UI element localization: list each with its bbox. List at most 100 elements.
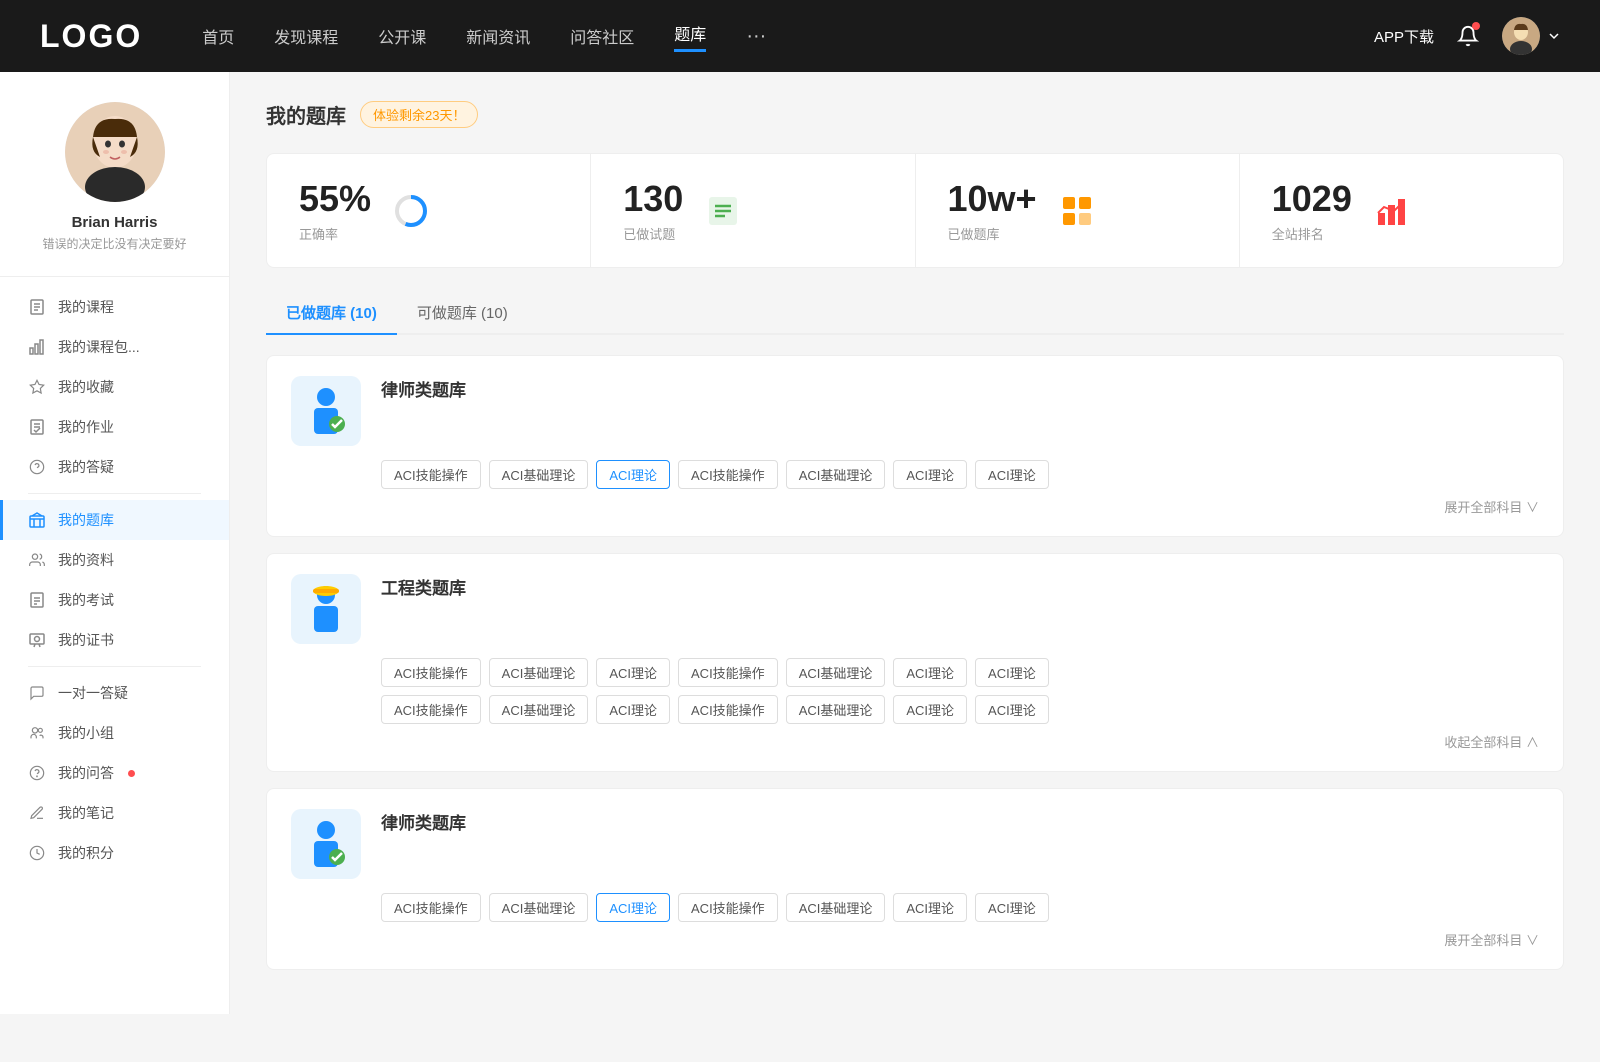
tag-r1-6[interactable]: ACI理论 <box>893 658 967 687</box>
nav-discover[interactable]: 发现课程 <box>274 24 338 48</box>
navbar-right: APP下载 <box>1374 17 1560 55</box>
stat-content: 1029 全站排名 <box>1272 178 1352 243</box>
tag-r2-1[interactable]: ACI技能操作 <box>381 695 481 724</box>
done-banks-label: 已做题库 <box>948 224 1037 243</box>
notification-bell[interactable] <box>1454 22 1482 50</box>
menu-divider <box>28 493 201 494</box>
tag-aci-theory-1[interactable]: ACI理论 <box>596 460 670 489</box>
score-icon <box>28 844 46 862</box>
pie-icon <box>391 191 431 231</box>
nav-home[interactable]: 首页 <box>202 24 234 48</box>
main-content: 我的题库 体验剩余23天！ 55% 正确率 <box>230 72 1600 1014</box>
qa-icon <box>28 764 46 782</box>
sidebar-item-question-bank[interactable]: 我的题库 <box>0 500 229 540</box>
tag-c3-1[interactable]: ACI技能操作 <box>381 893 481 922</box>
tag-r2-7[interactable]: ACI理论 <box>975 695 1049 724</box>
file-icon <box>28 298 46 316</box>
sidebar-menu: 我的课程 我的课程包... 我的收藏 <box>0 277 229 883</box>
grid-icon <box>1057 191 1097 231</box>
logo[interactable]: LOGO <box>40 18 142 55</box>
qbank-header-2: 工程类题库 <box>291 574 1539 644</box>
question-icon <box>28 458 46 476</box>
tag-aci-theory-3[interactable]: ACI理论 <box>975 460 1049 489</box>
sidebar-item-homework[interactable]: 我的作业 <box>0 407 229 447</box>
qbank-tags-3: ACI技能操作 ACI基础理论 ACI理论 ACI技能操作 ACI基础理论 AC… <box>381 893 1539 922</box>
qbank-header-3: 律师类题库 <box>291 809 1539 879</box>
sidebar-item-favorites[interactable]: 我的收藏 <box>0 367 229 407</box>
tag-r1-2[interactable]: ACI基础理论 <box>489 658 589 687</box>
expand-button-1[interactable]: 展开全部科目 ∨ <box>291 497 1539 516</box>
qbank-tags-row1: ACI技能操作 ACI基础理论 ACI理论 ACI技能操作 ACI基础理论 AC… <box>381 658 1539 687</box>
user-avatar-button[interactable] <box>1502 17 1560 55</box>
sidebar-item-label: 一对一答疑 <box>58 683 128 703</box>
tag-c3-4[interactable]: ACI技能操作 <box>678 893 778 922</box>
sidebar-item-qa[interactable]: 我的答疑 <box>0 447 229 487</box>
sidebar-item-label: 我的课程 <box>58 297 114 317</box>
chart-icon <box>28 338 46 356</box>
profile-motto: 错误的决定比没有决定要好 <box>42 235 186 252</box>
stat-done-questions: 130 已做试题 <box>591 154 915 267</box>
tag-r2-5[interactable]: ACI基础理论 <box>786 695 886 724</box>
tag-r1-1[interactable]: ACI技能操作 <box>381 658 481 687</box>
tab-available-banks[interactable]: 可做题库 (10) <box>397 292 528 333</box>
nav-news[interactable]: 新闻资讯 <box>466 24 530 48</box>
qbank-title-area: 律师类题库 <box>381 376 1539 401</box>
tag-r2-4[interactable]: ACI技能操作 <box>678 695 778 724</box>
tab-done-banks[interactable]: 已做题库 (10) <box>266 292 397 333</box>
done-questions-label: 已做试题 <box>623 224 683 243</box>
nav-more[interactable]: ··· <box>746 25 766 48</box>
menu-divider-2 <box>28 666 201 667</box>
sidebar: Brian Harris 错误的决定比没有决定要好 我的课程 <box>0 72 230 1014</box>
sidebar-item-label: 我的笔记 <box>58 803 114 823</box>
ranking-number: 1029 <box>1272 178 1352 220</box>
tag-r1-5[interactable]: ACI基础理论 <box>786 658 886 687</box>
sidebar-item-notes[interactable]: 我的笔记 <box>0 793 229 833</box>
nav-bank[interactable]: 题库 <box>674 21 706 52</box>
tag-c3-5[interactable]: ACI基础理论 <box>786 893 886 922</box>
engineer-icon <box>291 574 361 644</box>
unread-dot <box>128 770 135 777</box>
sidebar-item-label: 我的答疑 <box>58 457 114 477</box>
sidebar-item-label: 我的资料 <box>58 550 114 570</box>
qbank-header: 律师类题库 <box>291 376 1539 446</box>
lawyer-icon <box>291 376 361 446</box>
tag-c3-3[interactable]: ACI理论 <box>596 893 670 922</box>
qbank-title-area-2: 工程类题库 <box>381 574 1539 599</box>
app-download-button[interactable]: APP下载 <box>1374 26 1434 47</box>
qbank-card-lawyer-2: 律师类题库 ACI技能操作 ACI基础理论 ACI理论 ACI技能操作 ACI基… <box>266 788 1564 970</box>
tag-c3-7[interactable]: ACI理论 <box>975 893 1049 922</box>
tag-r2-3[interactable]: ACI理论 <box>596 695 670 724</box>
sidebar-item-label: 我的证书 <box>58 630 114 650</box>
group-icon <box>28 724 46 742</box>
chevron-down-icon <box>1548 30 1560 42</box>
sidebar-item-one-on-one[interactable]: 一对一答疑 <box>0 673 229 713</box>
tag-aci-basic-2[interactable]: ACI基础理论 <box>786 460 886 489</box>
sidebar-item-label: 我的收藏 <box>58 377 114 397</box>
sidebar-item-course-package[interactable]: 我的课程包... <box>0 327 229 367</box>
star-icon <box>28 378 46 396</box>
bar-icon <box>1372 191 1412 231</box>
tag-r1-7[interactable]: ACI理论 <box>975 658 1049 687</box>
tag-r1-4[interactable]: ACI技能操作 <box>678 658 778 687</box>
sidebar-item-certificate[interactable]: 我的证书 <box>0 620 229 660</box>
tag-aci-skill-2[interactable]: ACI技能操作 <box>678 460 778 489</box>
sidebar-item-points[interactable]: 我的积分 <box>0 833 229 873</box>
sidebar-item-exam[interactable]: 我的考试 <box>0 580 229 620</box>
sidebar-item-group[interactable]: 我的小组 <box>0 713 229 753</box>
tag-aci-skill-1[interactable]: ACI技能操作 <box>381 460 481 489</box>
tag-c3-2[interactable]: ACI基础理论 <box>489 893 589 922</box>
tag-aci-basic-1[interactable]: ACI基础理论 <box>489 460 589 489</box>
nav-qa[interactable]: 问答社区 <box>570 24 634 48</box>
nav-open-course[interactable]: 公开课 <box>378 24 426 48</box>
expand-button-3[interactable]: 展开全部科目 ∨ <box>291 930 1539 949</box>
tag-aci-theory-2[interactable]: ACI理论 <box>893 460 967 489</box>
sidebar-item-profile[interactable]: 我的资料 <box>0 540 229 580</box>
tag-r2-2[interactable]: ACI基础理论 <box>489 695 589 724</box>
tag-c3-6[interactable]: ACI理论 <box>893 893 967 922</box>
sidebar-item-my-course[interactable]: 我的课程 <box>0 287 229 327</box>
tag-r1-3[interactable]: ACI理论 <box>596 658 670 687</box>
collapse-button[interactable]: 收起全部科目 ∧ <box>291 732 1539 751</box>
sidebar-item-my-qa[interactable]: 我的问答 <box>0 753 229 793</box>
sidebar-item-label: 我的课程包... <box>58 337 140 357</box>
tag-r2-6[interactable]: ACI理论 <box>893 695 967 724</box>
